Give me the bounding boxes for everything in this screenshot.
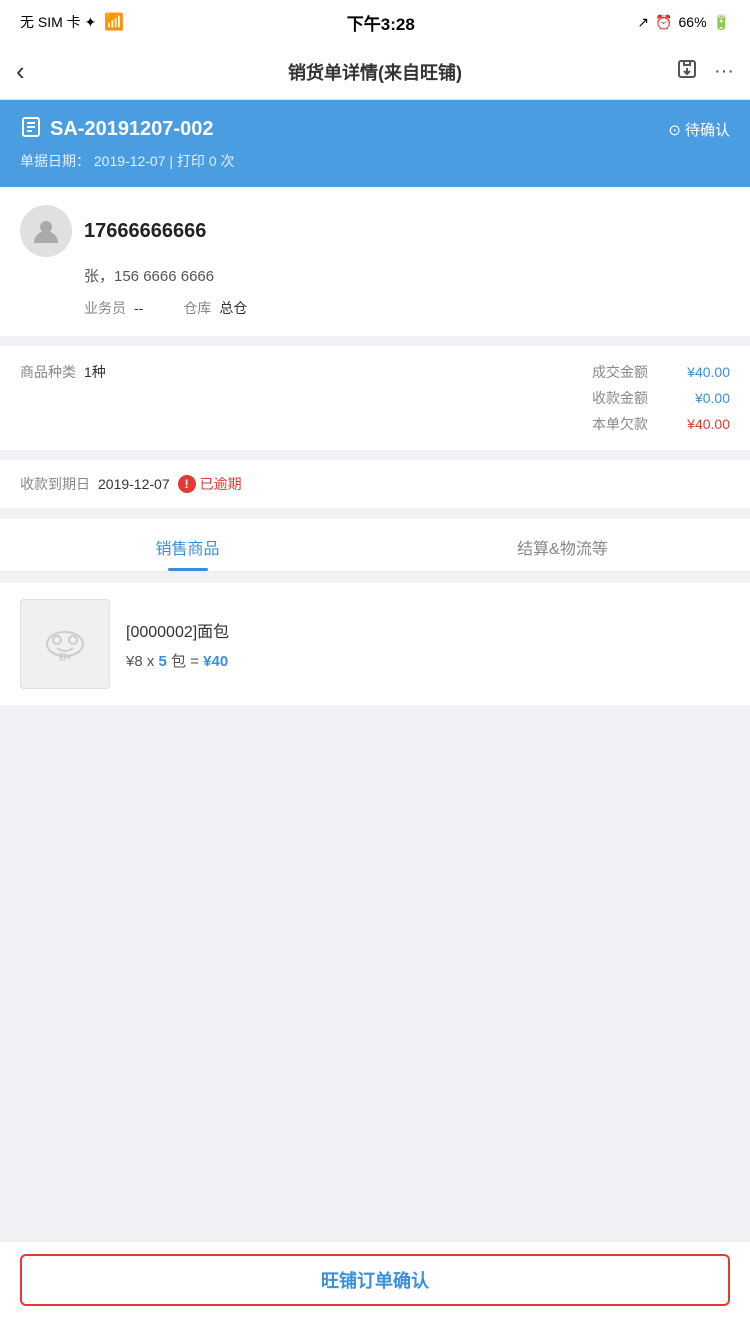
sales-field: 业务员 --: [84, 298, 143, 318]
product-thumbnail: 野+: [20, 599, 110, 689]
received-row: 收款金额 ¥0.00: [592, 388, 730, 408]
product-unit: 包: [171, 653, 186, 670]
sales-value: --: [134, 300, 143, 316]
warehouse-value: 总仓: [219, 298, 247, 318]
stats-left: 商品种类 1种: [20, 362, 592, 382]
overdue-text: 已逾期: [200, 474, 242, 494]
customer-name-info: 张，156 6666 6666: [20, 265, 730, 286]
empty-area: [0, 705, 750, 905]
type-value: 1种: [84, 362, 106, 382]
status-clock-icon: ⊙: [668, 121, 681, 139]
sim-label: 无 SIM 卡 ✦: [20, 12, 96, 32]
amount-label: 成交金额: [592, 362, 648, 382]
product-name: [0000002]面包: [126, 618, 730, 642]
order-header-top: SA-20191207-002 ⊙ 待确认: [20, 116, 730, 143]
wifi-icon: 📶: [104, 12, 124, 32]
print-count: 0: [209, 153, 217, 169]
customer-section: 17666666666 张，156 6666 6666 业务员 -- 仓库 总仓: [0, 187, 750, 336]
tabs-section: 销售商品 结算&物流等: [0, 519, 750, 573]
status-left: 无 SIM 卡 ✦ 📶: [20, 12, 124, 32]
customer-row: 17666666666: [20, 205, 730, 257]
print-unit: 次: [221, 153, 235, 169]
tab-sales-products[interactable]: 销售商品: [0, 519, 375, 571]
battery-level: 66%: [679, 14, 707, 30]
customer-avatar: [20, 205, 72, 257]
amount-value: ¥40.00: [660, 364, 730, 380]
battery-icon: 🔋: [713, 14, 730, 31]
date-label: 单据日期：: [20, 153, 90, 169]
svg-text:野+: 野+: [59, 653, 72, 662]
overdue-icon: !: [178, 475, 196, 493]
status-bar: 无 SIM 卡 ✦ 📶 下午3:28 ↗ ⏰ 66% 🔋: [0, 0, 750, 44]
product-qty: 5: [159, 653, 167, 670]
stats-right: 成交金额 ¥40.00 收款金额 ¥0.00 本单欠款 ¥40.00: [592, 362, 730, 434]
nav-bar: ‹ 销货单详情(来自旺铺) ···: [0, 44, 750, 100]
more-button[interactable]: ···: [714, 60, 734, 83]
order-date: 2019-12-07: [94, 153, 166, 169]
product-section: 野+ [0000002]面包 ¥8 x 5 包 = ¥40: [0, 583, 750, 705]
product-total: ¥40: [203, 653, 228, 670]
received-label: 收款金额: [592, 388, 648, 408]
page-title: 销货单详情(来自旺铺): [288, 59, 462, 85]
product-price: ¥8 x 5 包 = ¥40: [126, 650, 730, 671]
product-item: 野+ [0000002]面包 ¥8 x 5 包 = ¥40: [20, 599, 730, 689]
due-label: 收款到期日: [20, 474, 90, 494]
price-value: ¥8: [126, 653, 143, 670]
product-info: [0000002]面包 ¥8 x 5 包 = ¥40: [126, 618, 730, 671]
customer-fields: 业务员 -- 仓库 总仓: [20, 298, 730, 318]
bottom-bar: 旺铺订单确认: [0, 1241, 750, 1334]
order-icon: [20, 116, 42, 143]
price-separator: x: [147, 653, 159, 670]
owed-value: ¥40.00: [660, 416, 730, 432]
order-id-text: SA-20191207-002: [50, 118, 213, 141]
type-label: 商品种类: [20, 362, 76, 382]
stats-section: 商品种类 1种 成交金额 ¥40.00 收款金额 ¥0.00 本单欠款 ¥40.…: [0, 346, 750, 450]
owed-row: 本单欠款 ¥40.00: [592, 414, 730, 434]
alarm-icon: ⏰: [655, 14, 672, 31]
tab-settlement[interactable]: 结算&物流等: [375, 519, 750, 571]
owed-label: 本单欠款: [592, 414, 648, 434]
status-right: ↗ ⏰ 66% 🔋: [637, 14, 730, 31]
confirm-order-button[interactable]: 旺铺订单确认: [20, 1254, 730, 1306]
amount-row: 成交金额 ¥40.00: [592, 362, 730, 382]
order-header: SA-20191207-002 ⊙ 待确认 单据日期： 2019-12-07 |…: [0, 100, 750, 187]
tab-settlement-label: 结算&物流等: [517, 541, 608, 558]
order-id: SA-20191207-002: [20, 116, 213, 143]
status-time: 下午3:28: [347, 10, 415, 35]
tab-sales-label: 销售商品: [155, 541, 219, 558]
export-button[interactable]: [676, 58, 698, 86]
overdue-badge: ! 已逾期: [178, 474, 242, 494]
nav-actions: ···: [676, 58, 734, 86]
sales-label: 业务员: [84, 298, 126, 318]
customer-phone: 17666666666: [84, 220, 206, 243]
location-icon: ↗: [637, 14, 649, 31]
due-section: 收款到期日 2019-12-07 ! 已逾期: [0, 460, 750, 509]
status-text: 待确认: [685, 119, 730, 140]
product-logo: 野+: [35, 622, 95, 667]
warehouse-field: 仓库 总仓: [183, 298, 247, 318]
print-info: | 打印: [169, 153, 208, 169]
equals-sign: =: [190, 653, 203, 670]
order-status: ⊙ 待确认: [668, 119, 730, 140]
back-button[interactable]: ‹: [8, 48, 33, 95]
due-date: 2019-12-07: [98, 476, 170, 492]
received-value: ¥0.00: [660, 390, 730, 406]
warehouse-label: 仓库: [183, 298, 211, 318]
order-meta: 单据日期： 2019-12-07 | 打印 0 次: [20, 151, 730, 171]
